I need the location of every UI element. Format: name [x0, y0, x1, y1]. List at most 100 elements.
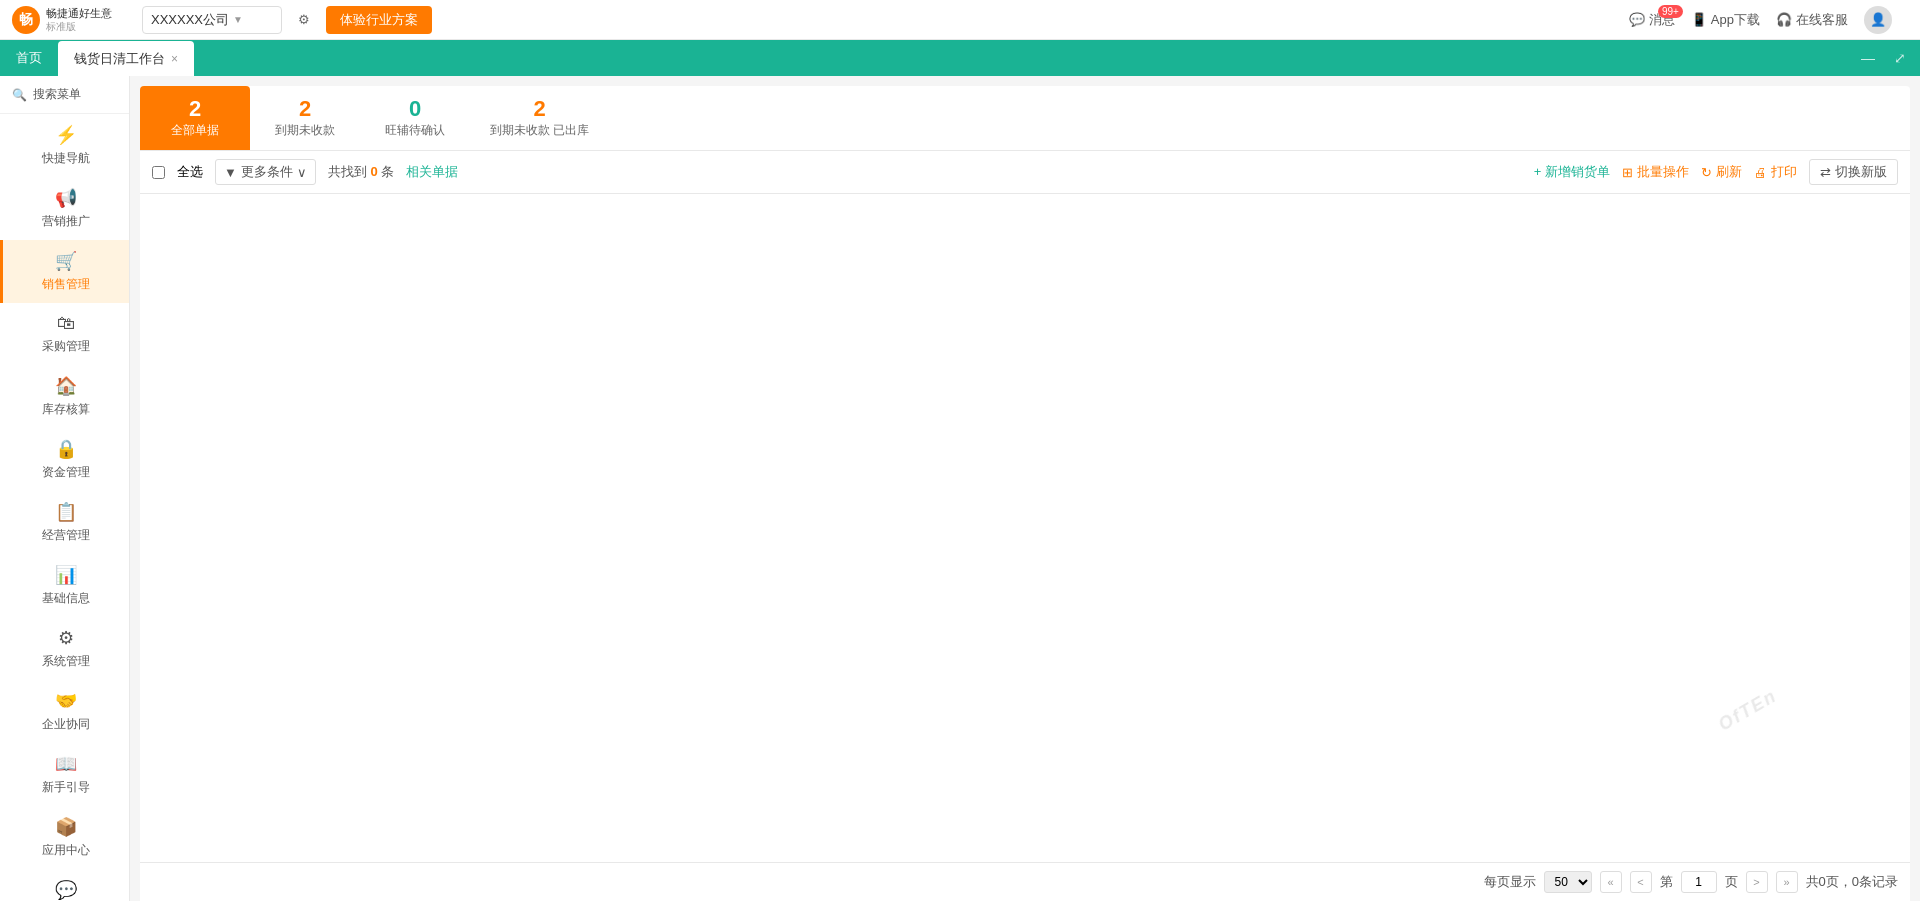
page-of-label: 页 — [1725, 873, 1738, 891]
house-icon: 🏠 — [55, 375, 77, 397]
prev-page-button[interactable]: < — [1630, 871, 1652, 893]
gear-icon: ⚙ — [298, 12, 310, 27]
batch-operation-button[interactable]: ⊞ 批量操作 — [1622, 163, 1689, 181]
select-all-checkbox[interactable] — [152, 166, 165, 179]
chat-icon: 💬 — [55, 879, 77, 901]
tab-maximize-button[interactable]: ⤢ — [1888, 46, 1912, 70]
search-icon: 🔍 — [12, 88, 27, 102]
headset-icon: 🎧 — [1776, 12, 1792, 27]
stat-tab-all[interactable]: 2 全部单据 — [140, 86, 250, 150]
logo-area: 畅 畅捷通好生意 标准版 — [12, 6, 142, 34]
lightning-icon: ⚡ — [55, 124, 77, 146]
tab-home[interactable]: 首页 — [0, 40, 58, 76]
user-icon: 👤 — [1870, 12, 1886, 27]
top-right-area: 💬 消息 99+ 📱 App下载 🎧 在线客服 👤 — [1629, 6, 1908, 34]
stat-count-shipped: 2 — [490, 96, 589, 122]
pagination: 每页显示 50 « < 第 页 > » 共0页，0条记录 — [140, 862, 1910, 901]
clipboard-icon: 📋 — [55, 501, 77, 523]
sidebar-item-beginner[interactable]: 📖 新手引导 — [0, 743, 129, 806]
message-button[interactable]: 💬 消息 99+ — [1629, 11, 1675, 29]
filter-arrow-icon: ∨ — [297, 165, 307, 180]
sidebar-item-finance[interactable]: 🔒 资金管理 — [0, 428, 129, 491]
avatar[interactable]: 👤 — [1864, 6, 1892, 34]
online-service-button[interactable]: 🎧 在线客服 — [1776, 11, 1848, 29]
toolbar: 全选 ▼ 更多条件 ∨ 共找到 0 条 相关单据 + 新增销货单 ⊞ 批量操作 — [140, 151, 1910, 194]
main-layout: 🔍 搜索菜单 ⚡ 快捷导航 📢 营销推广 🛒 销售管理 🛍 采购管理 🏠 库存核… — [0, 76, 1920, 901]
stat-count-all: 2 — [160, 96, 230, 122]
stat-count-overdue: 2 — [270, 96, 340, 122]
print-button[interactable]: 🖨 打印 — [1754, 163, 1797, 181]
sidebar-item-inventory[interactable]: 🏠 库存核算 — [0, 365, 129, 428]
stats-tabs: 2 全部单据 2 到期未收款 0 旺辅待确认 2 到期未收款 已出库 — [140, 86, 1910, 151]
book-icon: 📖 — [55, 753, 77, 775]
next-page-button[interactable]: > — [1746, 871, 1768, 893]
sidebar-item-sales[interactable]: 🛒 销售管理 — [0, 240, 129, 303]
toolbar-right: + 新增销货单 ⊞ 批量操作 ↻ 刷新 🖨 打印 ⇄ 切换新版 — [1534, 159, 1898, 185]
logo-text: 畅捷通好生意 标准版 — [46, 6, 112, 33]
stat-tab-pending[interactable]: 0 旺辅待确认 — [360, 86, 470, 150]
refresh-button[interactable]: ↻ 刷新 — [1701, 163, 1742, 181]
stat-count-pending: 0 — [380, 96, 450, 122]
first-page-button[interactable]: « — [1600, 871, 1622, 893]
page-label: 第 — [1660, 873, 1673, 891]
stat-label-pending: 旺辅待确认 — [385, 123, 445, 137]
app-download-button[interactable]: 📱 App下载 — [1691, 11, 1760, 29]
refresh-icon: ↻ — [1701, 165, 1712, 180]
cart-icon: 🛒 — [55, 250, 77, 272]
tab-minimize-button[interactable]: — — [1856, 46, 1880, 70]
result-count: 共找到 0 条 — [328, 163, 394, 181]
switch-version-button[interactable]: ⇄ 切换新版 — [1809, 159, 1898, 185]
sidebar-item-purchase[interactable]: 🛍 采购管理 — [0, 303, 129, 365]
settings-icon: ⚙ — [58, 627, 74, 649]
sidebar: 🔍 搜索菜单 ⚡ 快捷导航 📢 营销推广 🛒 销售管理 🛍 采购管理 🏠 库存核… — [0, 76, 130, 901]
related-link[interactable]: 相关单据 — [406, 163, 458, 181]
content-area: 2 全部单据 2 到期未收款 0 旺辅待确认 2 到期未收款 已出库 全选 ▼ … — [130, 76, 1920, 901]
sidebar-item-basic-info[interactable]: 📊 基础信息 — [0, 554, 129, 617]
company-selector[interactable]: XXXXXX公司 ▼ — [142, 6, 282, 34]
sidebar-item-system[interactable]: ⚙ 系统管理 — [0, 617, 129, 680]
print-icon: 🖨 — [1754, 165, 1767, 180]
chart-icon: 📊 — [55, 564, 77, 586]
shopping-icon: 🛍 — [57, 313, 75, 334]
add-sales-button[interactable]: + 新增销货单 — [1534, 163, 1610, 181]
phone-icon: 📱 — [1691, 12, 1707, 27]
sidebar-item-operations[interactable]: 📋 经营管理 — [0, 491, 129, 554]
message-badge: 99+ — [1658, 5, 1683, 18]
page-size-label: 每页显示 — [1484, 873, 1536, 891]
tab-actions: — ⤢ — [1856, 46, 1920, 70]
sidebar-item-wechat[interactable]: 💬 企业微信 — [0, 869, 129, 901]
logo-icon: 畅 — [12, 6, 40, 34]
handshake-icon: 🤝 — [55, 690, 77, 712]
top-bar: 畅 畅捷通好生意 标准版 XXXXXX公司 ▼ ⚙ 体验行业方案 💬 消息 99… — [0, 0, 1920, 40]
switch-icon: ⇄ — [1820, 165, 1831, 180]
sidebar-item-marketing[interactable]: 📢 营销推广 — [0, 177, 129, 240]
filter-button[interactable]: ▼ 更多条件 ∨ — [215, 159, 316, 185]
filter-icon: ▼ — [224, 165, 237, 180]
total-info: 共0页，0条记录 — [1806, 873, 1898, 891]
sidebar-item-enterprise[interactable]: 🤝 企业协同 — [0, 680, 129, 743]
page-size-select[interactable]: 50 — [1544, 871, 1592, 893]
last-page-button[interactable]: » — [1776, 871, 1798, 893]
sidebar-item-quick-nav[interactable]: ⚡ 快捷导航 — [0, 114, 129, 177]
lock-icon: 🔒 — [55, 438, 77, 460]
tab-qhrc[interactable]: 钱货日清工作台 × — [58, 41, 194, 77]
box-icon: 📦 — [55, 816, 77, 838]
stat-label-shipped: 到期未收款 已出库 — [490, 123, 589, 137]
page-number-input[interactable] — [1681, 871, 1717, 893]
trial-button[interactable]: 体验行业方案 — [326, 6, 432, 34]
stat-label-all: 全部单据 — [171, 123, 219, 137]
stat-label-overdue: 到期未收款 — [275, 123, 335, 137]
sidebar-item-app-center[interactable]: 📦 应用中心 — [0, 806, 129, 869]
stat-tab-shipped[interactable]: 2 到期未收款 已出库 — [470, 86, 609, 150]
message-icon: 💬 — [1629, 12, 1645, 27]
tab-bar: 首页 钱货日清工作台 × — ⤢ — [0, 40, 1920, 76]
sidebar-search[interactable]: 🔍 搜索菜单 — [0, 76, 129, 114]
company-dropdown-arrow: ▼ — [233, 14, 243, 25]
select-all-label: 全选 — [177, 163, 203, 181]
stat-tab-overdue[interactable]: 2 到期未收款 — [250, 86, 360, 150]
table-area — [140, 194, 1910, 862]
settings-button[interactable]: ⚙ — [290, 6, 318, 34]
megaphone-icon: 📢 — [55, 187, 77, 209]
batch-icon: ⊞ — [1622, 165, 1633, 180]
tab-close-icon[interactable]: × — [171, 52, 178, 66]
